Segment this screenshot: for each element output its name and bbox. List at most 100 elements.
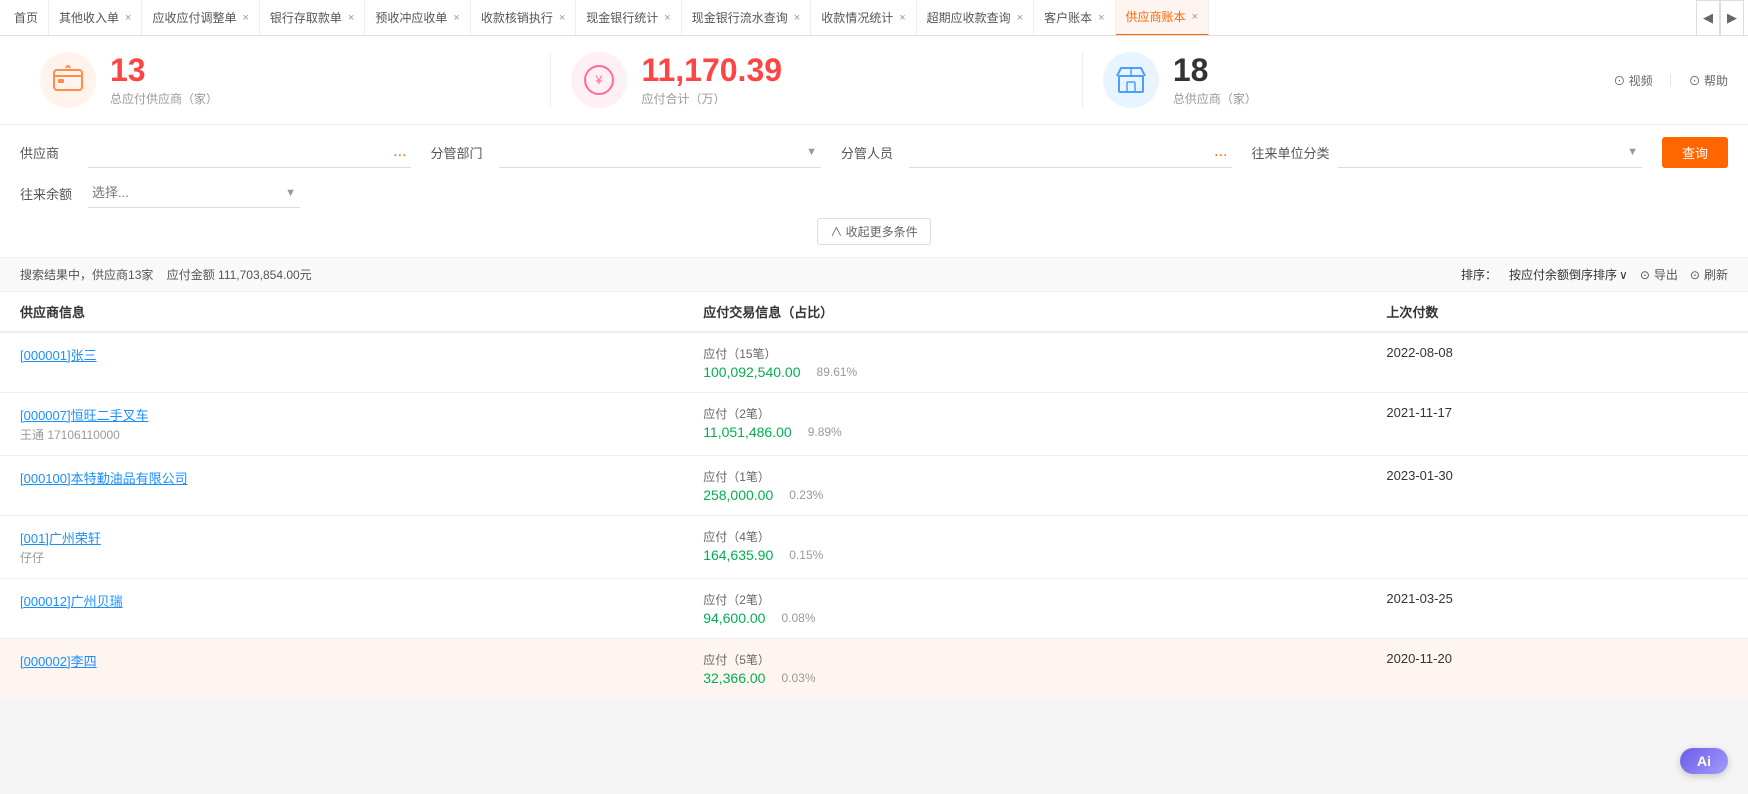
stat-num-total-suppliers: 18 xyxy=(1173,53,1257,88)
close-overdue-ar[interactable]: × xyxy=(1017,12,1023,24)
filter-supplier-label: 供应商 xyxy=(20,143,80,162)
payable-amount[interactable]: 258,000.00 xyxy=(703,487,773,503)
tab-ar-ap-adjust[interactable]: 应收应付调整单 × xyxy=(142,0,259,36)
last-pay-date: 2022-08-08 xyxy=(1386,345,1453,360)
payable-amount[interactable]: 94,600.00 xyxy=(703,610,765,626)
payable-amount[interactable]: 164,635.90 xyxy=(703,547,773,563)
payable-label: 应付（5笔） xyxy=(703,651,1386,668)
payable-amount[interactable]: 11,051,486.00 xyxy=(703,424,792,440)
supplier-link[interactable]: [000001]张三 xyxy=(20,345,703,364)
stat-icon-store xyxy=(1103,52,1159,108)
close-supplier-ledger[interactable]: × xyxy=(1192,11,1198,23)
payable-row: 94,600.00 0.08% xyxy=(703,610,1386,626)
export-label: 导出 xyxy=(1654,266,1678,283)
supplier-link[interactable]: [000002]李四 xyxy=(20,651,703,670)
tab-cash-bank-query[interactable]: 现金银行流水查询 × xyxy=(682,0,811,36)
close-receipt-verify[interactable]: × xyxy=(559,12,565,24)
stats-bar: 13 总应付供应商（家） ¥ 11,170.39 应付合计（万） 18 xyxy=(0,36,1748,125)
nav-right-arrow[interactable]: ▶ xyxy=(1720,0,1744,36)
tab-overdue-ar[interactable]: 超期应收款查询 × xyxy=(917,0,1034,36)
tab-other-income-label: 其他收入单 xyxy=(59,9,119,26)
sort-value: 按应付余额倒序排序 xyxy=(1509,266,1617,283)
tab-cash-bank-stat[interactable]: 现金银行统计 × xyxy=(576,0,681,36)
supplier-link[interactable]: [000007]恒旺二手叉车 xyxy=(20,405,703,424)
last-pay-date: 2021-03-25 xyxy=(1386,591,1453,606)
payable-pct: 89.61% xyxy=(817,365,858,379)
table-row: [000007]恒旺二手叉车 王通 17106110000 应付（2笔） 11,… xyxy=(0,393,1748,456)
tab-receipt-stat-label: 收款情况统计 xyxy=(821,9,893,26)
tab-receipt-verify[interactable]: 收款核销执行 × xyxy=(471,0,576,36)
stat-icon-payable: ¥ xyxy=(571,52,627,108)
help-link[interactable]: ⊙ 帮助 xyxy=(1689,72,1728,89)
close-other-income[interactable]: × xyxy=(125,12,131,24)
balance-select-wrap[interactable]: ▼ xyxy=(88,178,300,208)
close-cash-bank-query[interactable]: × xyxy=(794,12,800,24)
stat-num-payable: 11,170.39 xyxy=(641,53,782,88)
payable-label: 应付（15笔） xyxy=(703,345,1386,362)
supplier-dots[interactable]: ... xyxy=(393,143,406,161)
result-bar: 搜索结果中，供应商13家 应付金额 111,703,854.00元 排序： 按应… xyxy=(0,258,1748,292)
stat-text-total-suppliers: 18 总供应商（家） xyxy=(1173,53,1257,107)
person-input[interactable] xyxy=(913,145,1214,160)
ai-badge[interactable]: Ai xyxy=(1680,748,1728,774)
payable-amount[interactable]: 32,366.00 xyxy=(703,670,765,686)
close-receipt-stat[interactable]: × xyxy=(899,12,905,24)
supplier-sub: 王通 17106110000 xyxy=(20,426,703,443)
tab-bank-deposit-label: 银行存取款单 xyxy=(270,9,342,26)
balance-input[interactable] xyxy=(92,185,285,200)
category-select-wrap[interactable]: ▼ xyxy=(1338,138,1642,168)
supplier-link[interactable]: [001]广州荣轩 xyxy=(20,528,703,547)
nav-left-arrow[interactable]: ◀ xyxy=(1696,0,1720,36)
stat-label-total-suppliers: 总供应商（家） xyxy=(1173,90,1257,107)
supplier-link[interactable]: [000012]广州贝瑞 xyxy=(20,591,703,610)
supplier-info-cell: [000001]张三 xyxy=(20,345,703,366)
stat-links: ⊙ 视频 ｜ ⊙ 帮助 xyxy=(1613,72,1728,89)
tab-other-income[interactable]: 其他收入单 × xyxy=(49,0,142,36)
collapse-button[interactable]: ∧ 收起更多条件 xyxy=(817,218,930,245)
supplier-info-cell: [001]广州荣轩 仔仔 xyxy=(20,528,703,566)
tab-supplier-ledger[interactable]: 供应商账本 × xyxy=(1116,0,1209,36)
tab-prepaid-ar[interactable]: 预收冲应收单 × xyxy=(365,0,470,36)
table-row: [000012]广州贝瑞 应付（2笔） 94,600.00 0.08% 2021… xyxy=(0,579,1748,639)
filter-category-label: 往来单位分类 xyxy=(1252,143,1330,162)
payable-info-cell: 应付（2笔） 11,051,486.00 9.89% xyxy=(703,405,1386,440)
tab-receipt-stat[interactable]: 收款情况统计 × xyxy=(811,0,916,36)
close-bank-deposit[interactable]: × xyxy=(348,12,354,24)
person-input-wrap: ... xyxy=(909,138,1232,168)
close-prepaid-ar[interactable]: × xyxy=(453,12,459,24)
dept-select-wrap[interactable]: ▼ xyxy=(499,138,822,168)
category-input[interactable] xyxy=(1342,145,1628,160)
tab-bank-deposit[interactable]: 银行存取款单 × xyxy=(260,0,365,36)
col-last-pay: 上次付数 xyxy=(1386,302,1728,321)
supplier-link[interactable]: [000100]本特勤油品有限公司 xyxy=(20,468,703,487)
stat-label-payable: 应付合计（万） xyxy=(641,90,782,107)
dept-input[interactable] xyxy=(503,145,807,160)
tab-cash-bank-stat-label: 现金银行统计 xyxy=(586,9,658,26)
close-ar-ap-adjust[interactable]: × xyxy=(242,12,248,24)
tab-cash-bank-query-label: 现金银行流水查询 xyxy=(692,9,788,26)
sort-select[interactable]: 按应付余额倒序排序 ∨ xyxy=(1509,266,1628,283)
category-arrow: ▼ xyxy=(1627,146,1638,158)
payable-label: 应付（4笔） xyxy=(703,528,1386,545)
result-summary: 搜索结果中，供应商13家 应付金额 111,703,854.00元 xyxy=(20,266,312,283)
supplier-sub: 仔仔 xyxy=(20,549,703,566)
supplier-input-wrap: ... xyxy=(88,138,411,168)
close-customer-ledger[interactable]: × xyxy=(1098,12,1104,24)
last-pay-date: 2020-11-20 xyxy=(1386,651,1452,666)
table-row: [000001]张三 应付（15笔） 100,092,540.00 89.61%… xyxy=(0,333,1748,393)
refresh-button[interactable]: ⊙ 刷新 xyxy=(1690,266,1728,283)
query-button[interactable]: 查询 xyxy=(1662,137,1728,168)
payable-pct: 0.23% xyxy=(789,488,823,502)
person-dots[interactable]: ... xyxy=(1214,143,1227,161)
video-link[interactable]: ⊙ 视频 xyxy=(1613,72,1652,89)
last-pay-cell: 2021-11-17 xyxy=(1386,405,1728,420)
supplier-input[interactable] xyxy=(92,137,393,167)
tab-home[interactable]: 首页 xyxy=(4,0,49,36)
export-button[interactable]: ⊙ 导出 xyxy=(1640,266,1678,283)
payable-pct: 0.03% xyxy=(781,671,815,685)
payable-amount[interactable]: 100,092,540.00 xyxy=(703,364,800,380)
tab-customer-ledger[interactable]: 客户账本 × xyxy=(1034,0,1115,36)
tab-receipt-verify-label: 收款核销执行 xyxy=(481,9,553,26)
stat-text-suppliers: 13 总应付供应商（家） xyxy=(110,53,218,107)
close-cash-bank-stat[interactable]: × xyxy=(664,12,670,24)
